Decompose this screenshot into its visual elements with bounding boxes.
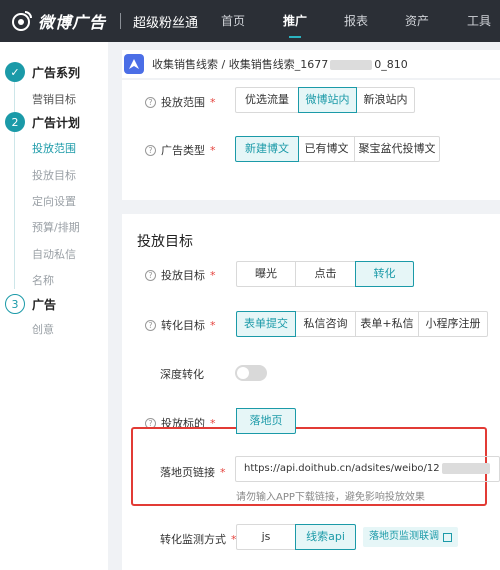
nav-assets[interactable]: 资产 — [405, 0, 429, 42]
goal-option[interactable]: 点击 — [295, 261, 356, 287]
question-icon[interactable]: ? — [145, 269, 156, 281]
landing-url-label: 落地页链接 * — [160, 464, 226, 480]
label-text: 落地页链接 — [160, 466, 215, 479]
label-text: 广告类型 — [161, 144, 205, 157]
required-mark: * — [210, 318, 216, 332]
step-campaign[interactable]: ✓ 广告系列 — [5, 62, 80, 82]
adtype-option[interactable]: 聚宝盆代投博文 — [354, 136, 440, 162]
nav-tools[interactable]: 工具 — [467, 0, 491, 42]
sidebar-item-target[interactable]: 投放目标 — [32, 167, 76, 183]
adtype-label: ? 广告类型 * — [145, 142, 216, 158]
nav-reports[interactable]: 报表 — [344, 0, 368, 42]
conversion-option[interactable]: 表单+私信 — [355, 311, 419, 337]
deep-conversion-toggle[interactable] — [235, 365, 267, 381]
step-number: 3 — [5, 294, 25, 314]
weibo-eye-icon — [12, 11, 32, 31]
conversion-option[interactable]: 小程序注册 — [418, 311, 488, 337]
redacted-block — [441, 462, 490, 474]
step-plan[interactable]: 2 广告计划 — [5, 112, 80, 132]
goal-selector: 曝光 点击 转化 — [236, 261, 414, 287]
step-title: 广告系列 — [32, 65, 81, 80]
adtype-option[interactable]: 新建博文 — [235, 136, 299, 162]
sidebar-item-auto-message[interactable]: 自动私信 — [32, 246, 76, 262]
label-text: 投放目标 — [161, 269, 205, 282]
landing-url-hint: 请勿输入APP下载链接，避免影响投放效果 — [236, 492, 425, 503]
adtype-option[interactable]: 已有博文 — [298, 136, 355, 162]
adtype-selector: 新建博文 已有博文 聚宝盆代投博文 — [235, 136, 440, 162]
product-name: 超级粉丝通 — [133, 15, 199, 31]
breadcrumb-suffix: 0_810 — [374, 58, 408, 71]
required-mark: * — [210, 143, 216, 157]
sidebar-item-name[interactable]: 名称 — [32, 272, 54, 288]
breadcrumb-prefix: 收集销售线索 / 收集销售线索_1677 — [152, 58, 329, 71]
nav-promotion[interactable]: 推广 — [283, 0, 307, 42]
required-mark: * — [210, 95, 216, 109]
landing-url-input[interactable]: https://api.doithub.cn/adsites/weibo/12 — [235, 456, 500, 482]
placement-option[interactable]: 优选流量 — [235, 87, 299, 113]
redacted-block — [330, 60, 373, 70]
object-selector: 落地页 — [236, 408, 296, 434]
step-connector — [14, 82, 15, 112]
conversion-label: ? 转化目标 * — [145, 317, 216, 333]
question-icon[interactable]: ? — [145, 319, 156, 331]
breadcrumb-text: 收集销售线索 / 收集销售线索_1677 0_810 — [152, 56, 408, 72]
monitor-label: 转化监测方式 * — [160, 531, 237, 547]
label-text: 转化目标 — [161, 319, 205, 332]
top-nav: 微博广告 超级粉丝通 首页 推广 报表 资产 工具 — [0, 0, 500, 42]
goal-option[interactable]: 转化 — [355, 261, 414, 287]
step-title: 广告 — [32, 297, 57, 312]
conversion-option[interactable]: 表单提交 — [236, 311, 296, 337]
monitor-debug-link[interactable]: 落地页监测联调 — [363, 527, 458, 547]
object-option[interactable]: 落地页 — [236, 408, 296, 434]
external-link-icon — [443, 532, 452, 542]
placement-label: ? 投放范围 * — [145, 94, 216, 110]
nav-home[interactable]: 首页 — [221, 0, 245, 42]
conversion-selector: 表单提交 私信咨询 表单+私信 小程序注册 — [236, 311, 488, 337]
breadcrumb: 收集销售线索 / 收集销售线索_1677 0_810 — [122, 50, 500, 78]
question-icon[interactable]: ? — [145, 144, 156, 156]
step-number: 2 — [5, 112, 25, 132]
sidebar-item-scope[interactable]: 投放范围 — [32, 140, 76, 156]
label-text: 深度转化 — [160, 368, 204, 381]
step-sidebar: ✓ 广告系列 营销目标 2 广告计划 投放范围 投放目标 定向设置 预算/排期 … — [0, 42, 108, 570]
sidebar-item-targeting[interactable]: 定向设置 — [32, 193, 76, 209]
sidebar-item-marketing-goal[interactable]: 营销目标 — [32, 91, 76, 107]
placement-option[interactable]: 新浪站内 — [356, 87, 415, 113]
monitor-selector: js 线索api — [236, 524, 356, 550]
app-icon — [124, 54, 144, 74]
goal-label: ? 投放目标 * — [145, 267, 216, 283]
brand-name: 微博广告 — [38, 13, 107, 32]
monitor-option[interactable]: js — [236, 524, 296, 550]
nav-divider — [120, 13, 122, 29]
placement-selector: 优选流量 微博站内 新浪站内 — [235, 87, 415, 113]
step-ad[interactable]: 3 广告 — [5, 294, 56, 314]
monitor-option[interactable]: 线索api — [295, 524, 356, 550]
deep-conversion-label: 深度转化 — [160, 366, 204, 382]
question-icon[interactable]: ? — [145, 96, 156, 108]
label-text: 转化监测方式 — [160, 533, 226, 546]
sidebar-item-budget[interactable]: 预算/排期 — [32, 219, 80, 235]
label-text: 投放范围 — [161, 96, 205, 109]
check-icon: ✓ — [5, 62, 25, 82]
placement-option[interactable]: 微博站内 — [298, 87, 357, 113]
goal-option[interactable]: 曝光 — [236, 261, 296, 287]
step-connector — [14, 132, 15, 289]
required-mark: * — [210, 268, 216, 282]
conversion-option[interactable]: 私信咨询 — [295, 311, 356, 337]
url-value: https://api.doithub.cn/adsites/weibo/12 — [244, 463, 440, 474]
brand-logo[interactable]: 微博广告 — [10, 9, 106, 33]
required-mark: * — [220, 465, 226, 479]
step-title: 广告计划 — [32, 115, 81, 130]
section-title: 投放目标 — [137, 234, 193, 250]
sidebar-item-creative[interactable]: 创意 — [32, 321, 54, 337]
link-text: 落地页监测联调 — [369, 531, 439, 542]
toggle-knob — [237, 367, 249, 379]
